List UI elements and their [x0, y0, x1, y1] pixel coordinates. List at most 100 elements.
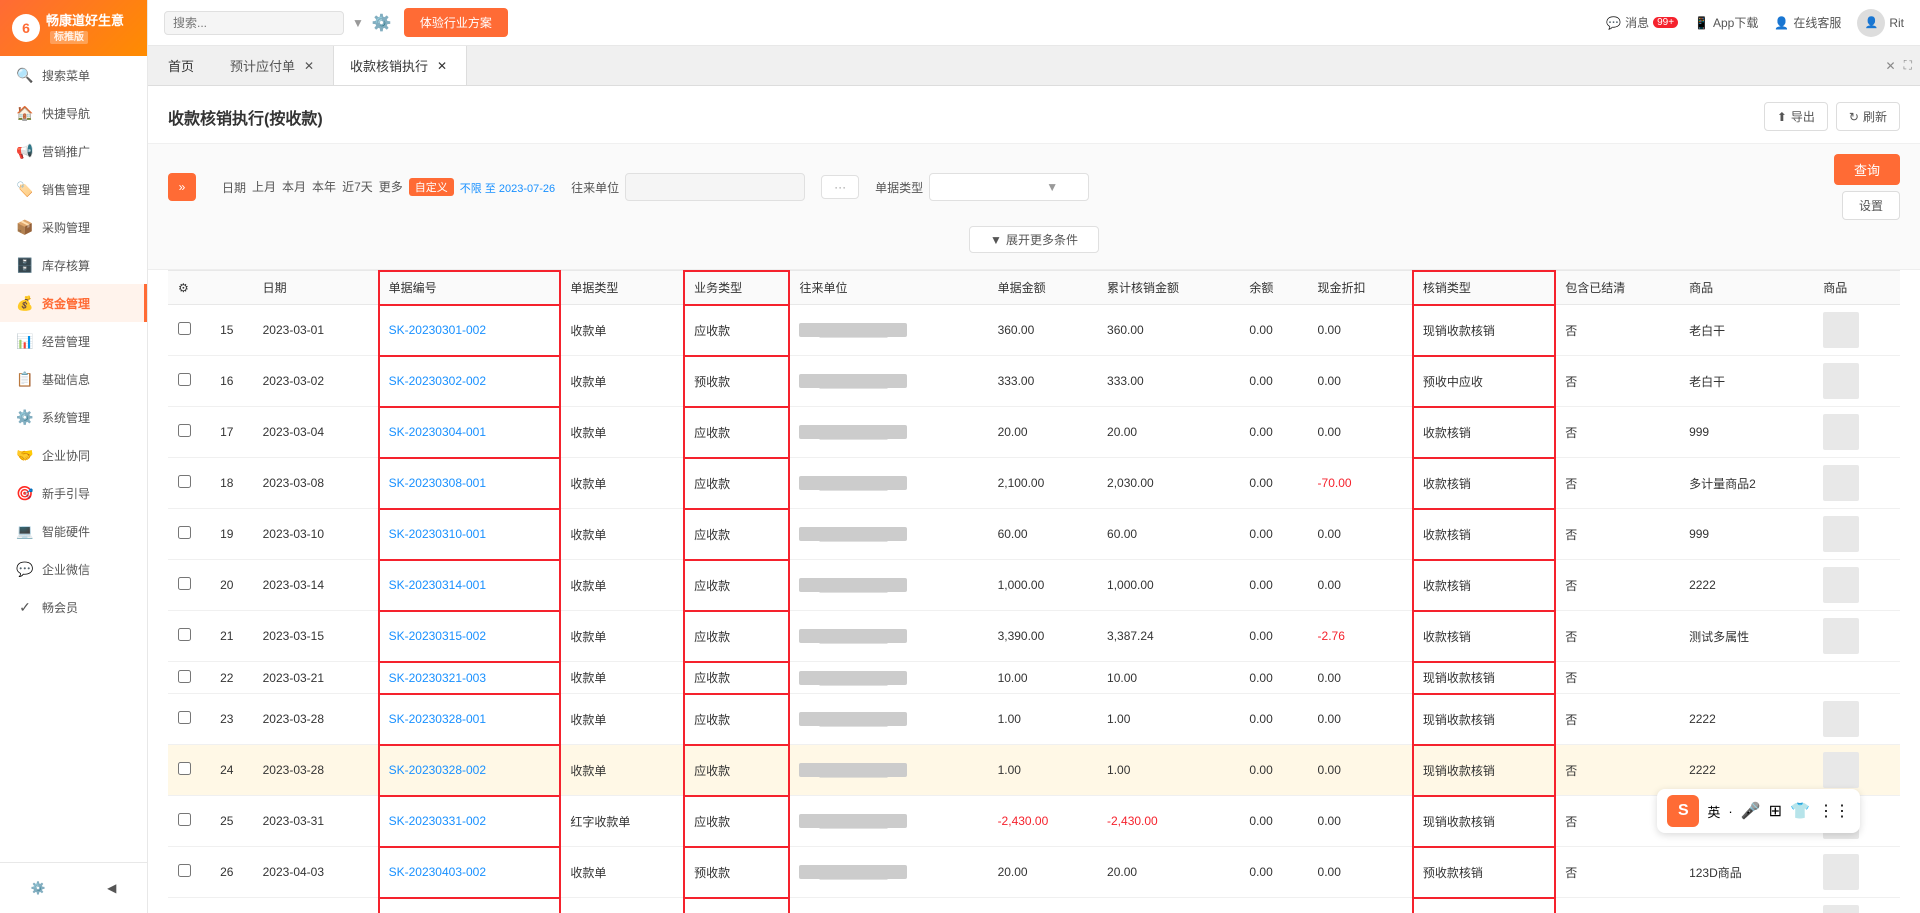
- th-amount: 单据金额: [988, 271, 1097, 305]
- tab-pending-pay[interactable]: 预计应付单 ✕: [214, 46, 334, 85]
- more-filters-btn[interactable]: ···: [821, 175, 859, 199]
- date-last-month[interactable]: 上月: [252, 178, 276, 196]
- tab-home[interactable]: 首页: [148, 46, 214, 85]
- cell-checkbox[interactable]: [168, 356, 201, 407]
- row-checkbox[interactable]: [178, 762, 191, 775]
- query-button[interactable]: 查询: [1834, 154, 1900, 185]
- tab-collection-exec[interactable]: 收款核销执行 ✕: [334, 46, 467, 85]
- cell-checkbox[interactable]: [168, 407, 201, 458]
- row-checkbox[interactable]: [178, 864, 191, 877]
- sidebar-item-marketing[interactable]: 📢 营销推广: [0, 132, 147, 170]
- cell-checkbox[interactable]: [168, 694, 201, 745]
- app-download-action[interactable]: 📱 App下载: [1694, 14, 1758, 31]
- grid-icon[interactable]: ⊞: [1769, 801, 1782, 821]
- tab-close-all-icon[interactable]: ✕: [1886, 59, 1896, 73]
- sidebar-item-sales[interactable]: 🏷️ 销售管理: [0, 170, 147, 208]
- receipt-type-select[interactable]: ▼: [929, 173, 1089, 201]
- row-checkbox[interactable]: [178, 526, 191, 539]
- sidebar-item-wechat[interactable]: 💬 企业微信: [0, 550, 147, 588]
- refresh-button[interactable]: ↻ 刷新: [1836, 102, 1900, 131]
- search-input[interactable]: [164, 11, 344, 35]
- cell-checkbox[interactable]: [168, 662, 201, 694]
- sidebar-item-member[interactable]: ✓ 畅会员: [0, 588, 147, 626]
- date-this-month[interactable]: 本月: [282, 178, 306, 196]
- row-checkbox[interactable]: [178, 373, 191, 386]
- doc-no-link[interactable]: SK-20230321-003: [389, 671, 486, 685]
- expand-more-button[interactable]: ▼ 展开更多条件: [969, 226, 1099, 253]
- doc-no-link[interactable]: SK-20230315-002: [389, 629, 486, 643]
- cell-cash-discount: 0.00: [1308, 745, 1413, 796]
- sidebar-item-system[interactable]: ⚙️ 系统管理: [0, 398, 147, 436]
- cell-checkbox[interactable]: [168, 847, 201, 898]
- th-settings[interactable]: ⚙: [168, 271, 201, 305]
- tab-close-collection-exec[interactable]: ✕: [434, 58, 450, 74]
- doc-no-link[interactable]: SK-20230310-001: [389, 527, 486, 541]
- filter-settings-button[interactable]: 设置: [1842, 191, 1900, 220]
- user-profile[interactable]: 👤 Rit: [1857, 9, 1904, 37]
- sidebar-item-quick-nav[interactable]: 🏠 快捷导航: [0, 94, 147, 132]
- doc-no-link[interactable]: SK-20230314-001: [389, 578, 486, 592]
- row-checkbox[interactable]: [178, 813, 191, 826]
- apps-icon[interactable]: ⋮⋮: [1818, 801, 1850, 821]
- sidebar-collapse-btn[interactable]: ◀: [91, 873, 132, 903]
- cell-goods2: [1813, 847, 1900, 898]
- tab-fullscreen-icon[interactable]: ⛶: [1904, 58, 1912, 73]
- cell-checkbox[interactable]: [168, 305, 201, 356]
- cell-checkbox[interactable]: [168, 509, 201, 560]
- doc-no-link[interactable]: SK-20230328-001: [389, 712, 486, 726]
- date-more[interactable]: 更多: [379, 178, 403, 196]
- shirt-icon[interactable]: 👕: [1790, 801, 1810, 821]
- sidebar-item-operation[interactable]: 📊 经营管理: [0, 322, 147, 360]
- cell-checkbox[interactable]: [168, 898, 201, 913]
- doc-no-link[interactable]: SK-20230301-002: [389, 323, 486, 337]
- row-checkbox[interactable]: [178, 577, 191, 590]
- row-checkbox[interactable]: [178, 424, 191, 437]
- collapse-button[interactable]: »: [168, 173, 196, 201]
- guide-icon: 🎯: [16, 484, 34, 502]
- online-service-action[interactable]: 👤 在线客服: [1774, 14, 1841, 31]
- partner-input[interactable]: [625, 173, 805, 201]
- doc-no-link[interactable]: SK-20230302-002: [389, 374, 486, 388]
- sidebar-item-guide[interactable]: 🎯 新手引导: [0, 474, 147, 512]
- doc-no-link[interactable]: SK-20230328-002: [389, 763, 486, 777]
- cell-checkbox[interactable]: [168, 458, 201, 509]
- cell-doc-type: 收款单: [560, 458, 684, 509]
- doc-no-link[interactable]: SK-20230331-002: [389, 814, 486, 828]
- doc-no-link[interactable]: SK-20230308-001: [389, 476, 486, 490]
- date-last-7days[interactable]: 近7天: [342, 178, 373, 196]
- sidebar-item-hardware[interactable]: 💻 智能硬件: [0, 512, 147, 550]
- sidebar-item-finance[interactable]: 💰 资金管理: [0, 284, 147, 322]
- date-this-year[interactable]: 本年: [312, 178, 336, 196]
- message-action[interactable]: 💬 消息 99+: [1606, 14, 1678, 31]
- doc-no-link[interactable]: SK-20230304-001: [389, 425, 486, 439]
- cell-cash-discount: 0.00: [1308, 847, 1413, 898]
- mic-icon[interactable]: 🎤: [1741, 801, 1761, 821]
- sidebar-item-inventory[interactable]: 🗄️ 库存核算: [0, 246, 147, 284]
- sidebar-item-search[interactable]: 🔍 搜索菜单: [0, 56, 147, 94]
- row-checkbox[interactable]: [178, 670, 191, 683]
- row-checkbox[interactable]: [178, 322, 191, 335]
- row-checkbox[interactable]: [178, 628, 191, 641]
- solution-button[interactable]: 体验行业方案: [404, 8, 508, 37]
- dropdown-arrow-icon[interactable]: ▼: [352, 16, 364, 30]
- export-button[interactable]: ⬆ 导出: [1764, 102, 1828, 131]
- cell-cum-writeoff: 333.00: [1097, 356, 1239, 407]
- cell-checkbox[interactable]: [168, 560, 201, 611]
- doc-no-link[interactable]: SK-20230403-002: [389, 865, 486, 879]
- row-checkbox[interactable]: [178, 711, 191, 724]
- cell-checkbox[interactable]: [168, 796, 201, 847]
- cell-amount: 60.00: [988, 509, 1097, 560]
- sidebar-settings-btn[interactable]: ⚙️: [15, 873, 62, 903]
- row-checkbox[interactable]: [178, 475, 191, 488]
- sidebar-item-enterprise[interactable]: 🤝 企业协同: [0, 436, 147, 474]
- th-cum-writeoff: 累计核销金额: [1097, 271, 1239, 305]
- purchase-icon: 📦: [16, 218, 34, 236]
- cell-checkbox[interactable]: [168, 745, 201, 796]
- settings-gear-icon[interactable]: ⚙️: [372, 13, 392, 33]
- tab-close-pending-pay[interactable]: ✕: [301, 58, 317, 74]
- cell-checkbox[interactable]: [168, 611, 201, 662]
- sidebar-item-purchase[interactable]: 📦 采购管理: [0, 208, 147, 246]
- date-custom[interactable]: 自定义: [409, 178, 454, 196]
- sidebar-item-basic[interactable]: 📋 基础信息: [0, 360, 147, 398]
- cell-index: 16: [201, 356, 253, 407]
